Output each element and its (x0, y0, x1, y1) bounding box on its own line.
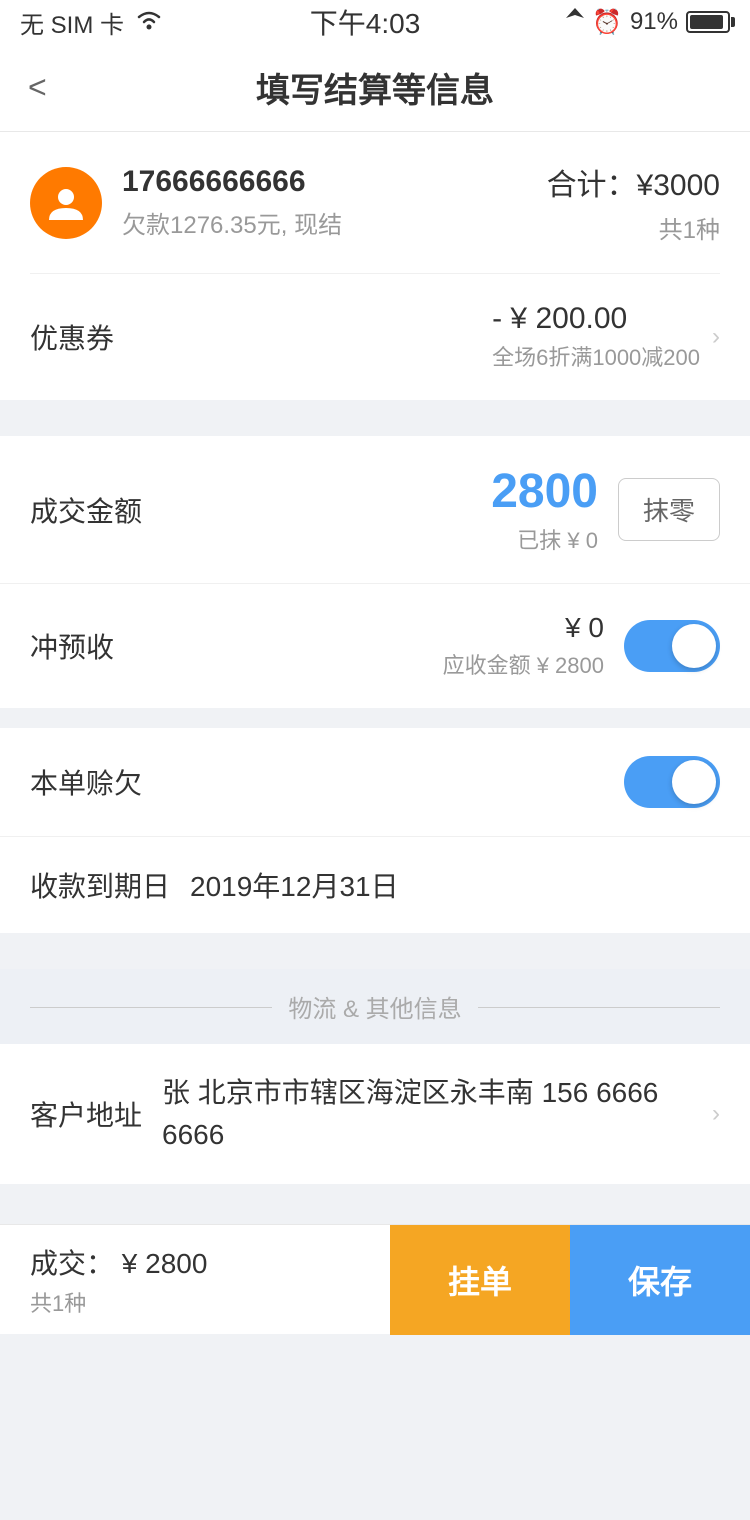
amount-label: 成交金额 (30, 490, 142, 530)
toggle-knob (672, 624, 716, 668)
date-row: 收款到期日 2019年12月31日 (0, 836, 750, 933)
status-right: ⏰ 91% (566, 8, 730, 37)
avatar (30, 167, 102, 239)
battery-percent: 91% (630, 8, 678, 36)
bottom-bar: 成交： ¥ 2800 共1种 挂单 保存 (0, 1224, 750, 1334)
total-amount: 合计：¥3000 (547, 160, 720, 204)
coupon-amount: - ¥ 200.00 (492, 302, 700, 336)
pre-sub: 应收金额 ¥ 2800 (443, 648, 604, 680)
transaction-value: 2800 (491, 464, 598, 519)
debt-row: 本单赊欠 (0, 728, 750, 836)
bottom-summary: 成交： ¥ 2800 共1种 (0, 1242, 390, 1318)
customer-info: 17666666666 欠款1276.35元, 现结 (122, 165, 342, 240)
due-date-label: 收款到期日 (30, 865, 170, 905)
battery-icon (686, 11, 730, 33)
bottom-summary-sub: 共1种 (30, 1286, 360, 1318)
clock-icon: ⏰ (592, 8, 622, 37)
amount-section: 成交金额 2800 已抹 ¥ 0 抹零 冲预收 ¥ 0 应收金额 ¥ 2800 (0, 436, 750, 708)
chevron-right-icon: › (712, 323, 720, 351)
coupon-right: - ¥ 200.00 全场6折满1000减200 › (492, 302, 720, 372)
pre-amount: ¥ 0 (443, 612, 604, 644)
save-button[interactable]: 保存 (570, 1225, 750, 1335)
coupon-label: 优惠券 (30, 317, 114, 357)
page-title: 填写结算等信息 (256, 63, 494, 112)
sim-label: 无 SIM 卡 (20, 5, 124, 40)
debt-toggle-knob (672, 760, 716, 804)
gray-divider-2 (0, 708, 750, 728)
location-icon (566, 8, 584, 37)
section-divider: 物流 & 其他信息 (0, 969, 750, 1044)
debt-section: 本单赊欠 收款到期日 2019年12月31日 (0, 728, 750, 933)
coupon-info: - ¥ 200.00 全场6折满1000减200 (492, 302, 700, 372)
hold-button[interactable]: 挂单 (390, 1225, 570, 1335)
customer-section: 17666666666 欠款1276.35元, 现结 合计：¥3000 共1种 … (0, 132, 750, 400)
debt-label: 本单赊欠 (30, 762, 142, 802)
coupon-desc: 全场6折满1000减200 (492, 340, 700, 372)
amount-row: 成交金额 2800 已抹 ¥ 0 抹零 (0, 436, 750, 583)
customer-row: 17666666666 欠款1276.35元, 现结 合计：¥3000 共1种 (0, 132, 750, 273)
round-button[interactable]: 抹零 (618, 478, 720, 541)
total-count: 共1种 (547, 210, 720, 245)
transaction-sub: 已抹 ¥ 0 (491, 523, 598, 555)
address-value: 张 北京市市辖区海淀区永丰南 156 6666 6666 (162, 1072, 712, 1156)
section-divider-text: 物流 & 其他信息 (272, 989, 477, 1024)
address-section: 客户地址 张 北京市市辖区海淀区永丰南 156 6666 6666 › (0, 1044, 750, 1184)
customer-left: 17666666666 欠款1276.35元, 现结 (30, 165, 342, 240)
address-row[interactable]: 客户地址 张 北京市市辖区海淀区永丰南 156 6666 6666 › (0, 1044, 750, 1184)
amount-right: 2800 已抹 ¥ 0 抹零 (491, 464, 720, 555)
pre-collection-toggle[interactable] (624, 620, 720, 672)
bottom-summary-main: 成交： ¥ 2800 (30, 1242, 360, 1282)
pre-collection-right: ¥ 0 应收金额 ¥ 2800 (443, 612, 720, 680)
amount-value-group: 2800 已抹 ¥ 0 (491, 464, 598, 555)
pre-collection-label: 冲预收 (30, 626, 114, 666)
coupon-row[interactable]: 优惠券 - ¥ 200.00 全场6折满1000减200 › (0, 274, 750, 400)
address-label: 客户地址 (30, 1094, 142, 1134)
gray-divider-3 (0, 949, 750, 969)
customer-phone: 17666666666 (122, 165, 342, 199)
status-bar: 无 SIM 卡 下午4:03 ⏰ 91% (0, 0, 750, 44)
back-button[interactable]: < (28, 69, 47, 106)
customer-sub: 欠款1276.35元, 现结 (122, 205, 342, 240)
wifi-icon (134, 8, 164, 37)
customer-right: 合计：¥3000 共1种 (547, 160, 720, 245)
pre-collection-row: 冲预收 ¥ 0 应收金额 ¥ 2800 (0, 583, 750, 708)
due-date-value: 2019年12月31日 (190, 865, 399, 905)
address-chevron-icon: › (712, 1100, 720, 1128)
nav-bar: < 填写结算等信息 (0, 44, 750, 132)
gray-divider-1 (0, 416, 750, 436)
pre-amount-group: ¥ 0 应收金额 ¥ 2800 (443, 612, 604, 680)
status-left: 无 SIM 卡 (20, 5, 164, 40)
status-time: 下午4:03 (310, 2, 421, 42)
debt-toggle[interactable] (624, 756, 720, 808)
